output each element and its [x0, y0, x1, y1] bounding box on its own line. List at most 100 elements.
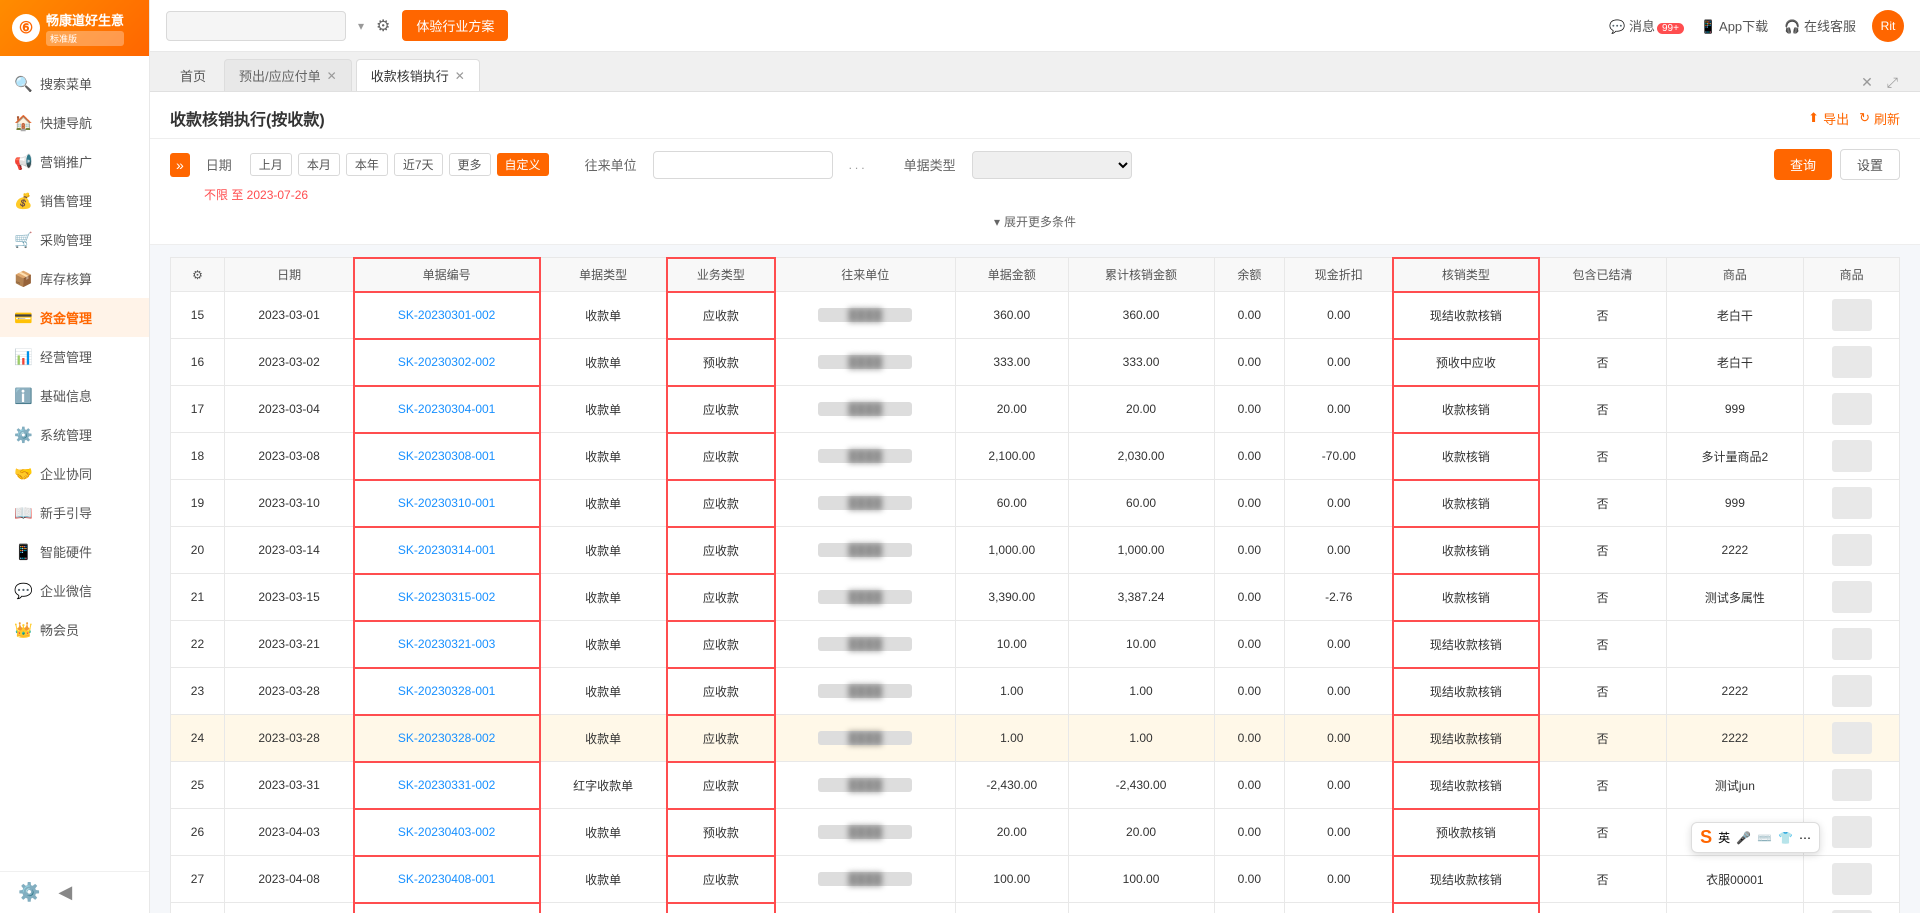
doc-no-link[interactable]: SK-20230308-001 [398, 449, 495, 463]
topbar-search-input[interactable] [166, 11, 346, 41]
td-doc-no: SK-20230403-002 [354, 809, 540, 856]
doc-no-link[interactable]: SK-20230301-002 [398, 308, 495, 322]
tab-home[interactable]: 首页 [166, 59, 220, 91]
th-settings[interactable]: ⚙ [171, 258, 225, 292]
th-balance[interactable]: 余额 [1214, 258, 1285, 292]
doc-no-link[interactable]: SK-20230403-002 [398, 825, 495, 839]
th-doc-type[interactable]: 单据类型 [540, 258, 667, 292]
table-row[interactable]: 17 2023-03-04 SK-20230304-001 收款单 应收款 ██… [171, 386, 1900, 433]
table-row[interactable]: 25 2023-03-31 SK-20230331-002 红字收款单 应收款 … [171, 762, 1900, 809]
avatar[interactable]: Rit [1872, 10, 1904, 42]
filter-settings-button[interactable]: 设置 [1840, 149, 1900, 180]
sidebar-item-marketing[interactable]: 📢 营销推广 [0, 142, 149, 181]
doc-no-link[interactable]: SK-20230302-002 [398, 355, 495, 369]
date-btn-this-year[interactable]: 本年 [346, 153, 388, 176]
ime-keyboard-icon[interactable]: ⌨️ [1757, 831, 1772, 845]
table-row[interactable]: 22 2023-03-21 SK-20230321-003 收款单 应收款 ██… [171, 621, 1900, 668]
query-button[interactable]: 查询 [1774, 149, 1832, 180]
th-amount[interactable]: 单据金额 [956, 258, 1069, 292]
table-row[interactable]: 18 2023-03-08 SK-20230308-001 收款单 应收款 ██… [171, 433, 1900, 480]
doc-no-link[interactable]: SK-20230314-001 [398, 543, 495, 557]
filter-expand-icon[interactable]: » [170, 153, 190, 177]
table-row[interactable]: 26 2023-04-03 SK-20230403-002 收款单 预收款 ██… [171, 809, 1900, 856]
topbar-gear-icon[interactable]: ⚙ [376, 16, 390, 36]
topbar-chevron-icon[interactable]: ▾ [358, 19, 364, 33]
date-btn-more[interactable]: 更多 [449, 153, 491, 176]
doc-no-link[interactable]: SK-20230310-001 [398, 496, 495, 510]
td-discount: -2.76 [1285, 574, 1393, 621]
date-btn-last-month[interactable]: 上月 [250, 153, 292, 176]
filter-expand-more[interactable]: ▾ 展开更多条件 [170, 209, 1900, 234]
td-accumulated: 100.00 [1068, 903, 1214, 913]
doc-no-link[interactable]: SK-20230321-003 [398, 637, 495, 651]
doc-no-link[interactable]: SK-20230328-002 [398, 731, 495, 745]
table-row[interactable]: 20 2023-03-14 SK-20230314-001 收款单 应收款 ██… [171, 527, 1900, 574]
partner-filter-input[interactable] [653, 151, 833, 179]
table-row[interactable]: 16 2023-03-02 SK-20230302-002 收款单 预收款 ██… [171, 339, 1900, 386]
th-partner[interactable]: 往来单位 [775, 258, 956, 292]
online-service-link[interactable]: 🎧 在线客服 [1784, 16, 1856, 35]
th-verify-type[interactable]: 核销类型 [1393, 258, 1539, 292]
sidebar-item-inventory[interactable]: 📦 库存核算 [0, 259, 149, 298]
sidebar-item-hardware[interactable]: 📱 智能硬件 [0, 532, 149, 571]
table-row[interactable]: 15 2023-03-01 SK-20230301-002 收款单 应收款 ██… [171, 292, 1900, 339]
th-biz-type[interactable]: 业务类型 [667, 258, 775, 292]
table-row[interactable]: 28 2023-04-18 SK-20230418-001 收款单 应收款 ██… [171, 903, 1900, 913]
table-container[interactable]: ⚙ 日期 单据编号 单据类型 业务类型 往来单位 单据金额 累计核销金额 余额 … [150, 245, 1920, 913]
ime-mic-icon[interactable]: 🎤 [1736, 831, 1751, 845]
date-btn-this-month[interactable]: 本月 [298, 153, 340, 176]
table-row[interactable]: 24 2023-03-28 SK-20230328-002 收款单 应收款 ██… [171, 715, 1900, 762]
doc-no-link[interactable]: SK-20230328-001 [398, 684, 495, 698]
tab-receipt-close-icon[interactable]: ✕ [455, 70, 465, 82]
doc-type-filter-select[interactable] [972, 151, 1132, 179]
sidebar-collapse-icon[interactable]: ◀ [54, 882, 76, 903]
sidebar-item-guide[interactable]: 📖 新手引导 [0, 493, 149, 532]
table-row[interactable]: 27 2023-04-08 SK-20230408-001 收款单 应收款 ██… [171, 856, 1900, 903]
th-goods2[interactable]: 商品 [1804, 258, 1900, 292]
solution-button[interactable]: 体验行业方案 [402, 10, 508, 41]
th-doc-no[interactable]: 单据编号 [354, 258, 540, 292]
td-biz-type: 应收款 [667, 856, 775, 903]
ime-skin-icon[interactable]: 👕 [1778, 831, 1793, 845]
td-verify-type: 收款核销 [1393, 386, 1539, 433]
refresh-button[interactable]: ↻ 刷新 [1859, 109, 1900, 128]
table-row[interactable]: 19 2023-03-10 SK-20230310-001 收款单 应收款 ██… [171, 480, 1900, 527]
table-row[interactable]: 23 2023-03-28 SK-20230328-001 收款单 应收款 ██… [171, 668, 1900, 715]
ime-dots-icon[interactable]: ⋯ [1799, 831, 1811, 845]
sidebar-settings-icon[interactable]: ⚙️ [14, 882, 44, 903]
th-date[interactable]: 日期 [224, 258, 353, 292]
sidebar-item-quick-nav[interactable]: 🏠 快捷导航 [0, 103, 149, 142]
sidebar-item-corp[interactable]: 🤝 企业协同 [0, 454, 149, 493]
tab-close-all-icon[interactable]: ✕ [1853, 74, 1881, 91]
th-included[interactable]: 包含已结清 [1539, 258, 1666, 292]
app-download-link[interactable]: 📱 App下载 [1700, 16, 1768, 35]
sidebar-item-wechat[interactable]: 💬 企业微信 [0, 571, 149, 610]
sidebar-item-purchase[interactable]: 🛒 采购管理 [0, 220, 149, 259]
sidebar-item-member[interactable]: 👑 畅会员 [0, 610, 149, 649]
th-discount[interactable]: 现金折扣 [1285, 258, 1393, 292]
td-doc-no: SK-20230321-003 [354, 621, 540, 668]
doc-no-link[interactable]: SK-20230304-001 [398, 402, 495, 416]
th-goods1[interactable]: 商品 [1666, 258, 1804, 292]
date-btn-7days[interactable]: 近7天 [394, 153, 443, 176]
sidebar-item-basic[interactable]: ℹ️ 基础信息 [0, 376, 149, 415]
table-row[interactable]: 21 2023-03-15 SK-20230315-002 收款单 应收款 ██… [171, 574, 1900, 621]
sidebar-item-system[interactable]: ⚙️ 系统管理 [0, 415, 149, 454]
doc-no-link[interactable]: SK-20230331-002 [398, 778, 495, 792]
td-biz-type: 应收款 [667, 386, 775, 433]
tab-receipt[interactable]: 收款核销执行 ✕ [356, 59, 480, 91]
tab-pending-close-icon[interactable]: ✕ [327, 70, 337, 82]
doc-no-link[interactable]: SK-20230408-001 [398, 872, 495, 886]
export-button[interactable]: ⬆ 导出 [1808, 109, 1849, 128]
sidebar-item-finance[interactable]: 💳 资金管理 [0, 298, 149, 337]
sidebar-item-operation[interactable]: 📊 经营管理 [0, 337, 149, 376]
tab-expand-icon[interactable]: ⤢ [1881, 74, 1904, 91]
doc-no-link[interactable]: SK-20230315-002 [398, 590, 495, 604]
sidebar-item-search[interactable]: 🔍 搜索菜单 [0, 64, 149, 103]
data-table: ⚙ 日期 单据编号 单据类型 业务类型 往来单位 单据金额 累计核销金额 余额 … [170, 257, 1900, 913]
date-btn-custom[interactable]: 自定义 [497, 153, 549, 176]
message-link[interactable]: 💬 消息99+ [1609, 16, 1684, 35]
sidebar-item-sales[interactable]: 💰 销售管理 [0, 181, 149, 220]
th-accumulated[interactable]: 累计核销金额 [1068, 258, 1214, 292]
tab-pending[interactable]: 预出/应应付单 ✕ [224, 59, 352, 91]
